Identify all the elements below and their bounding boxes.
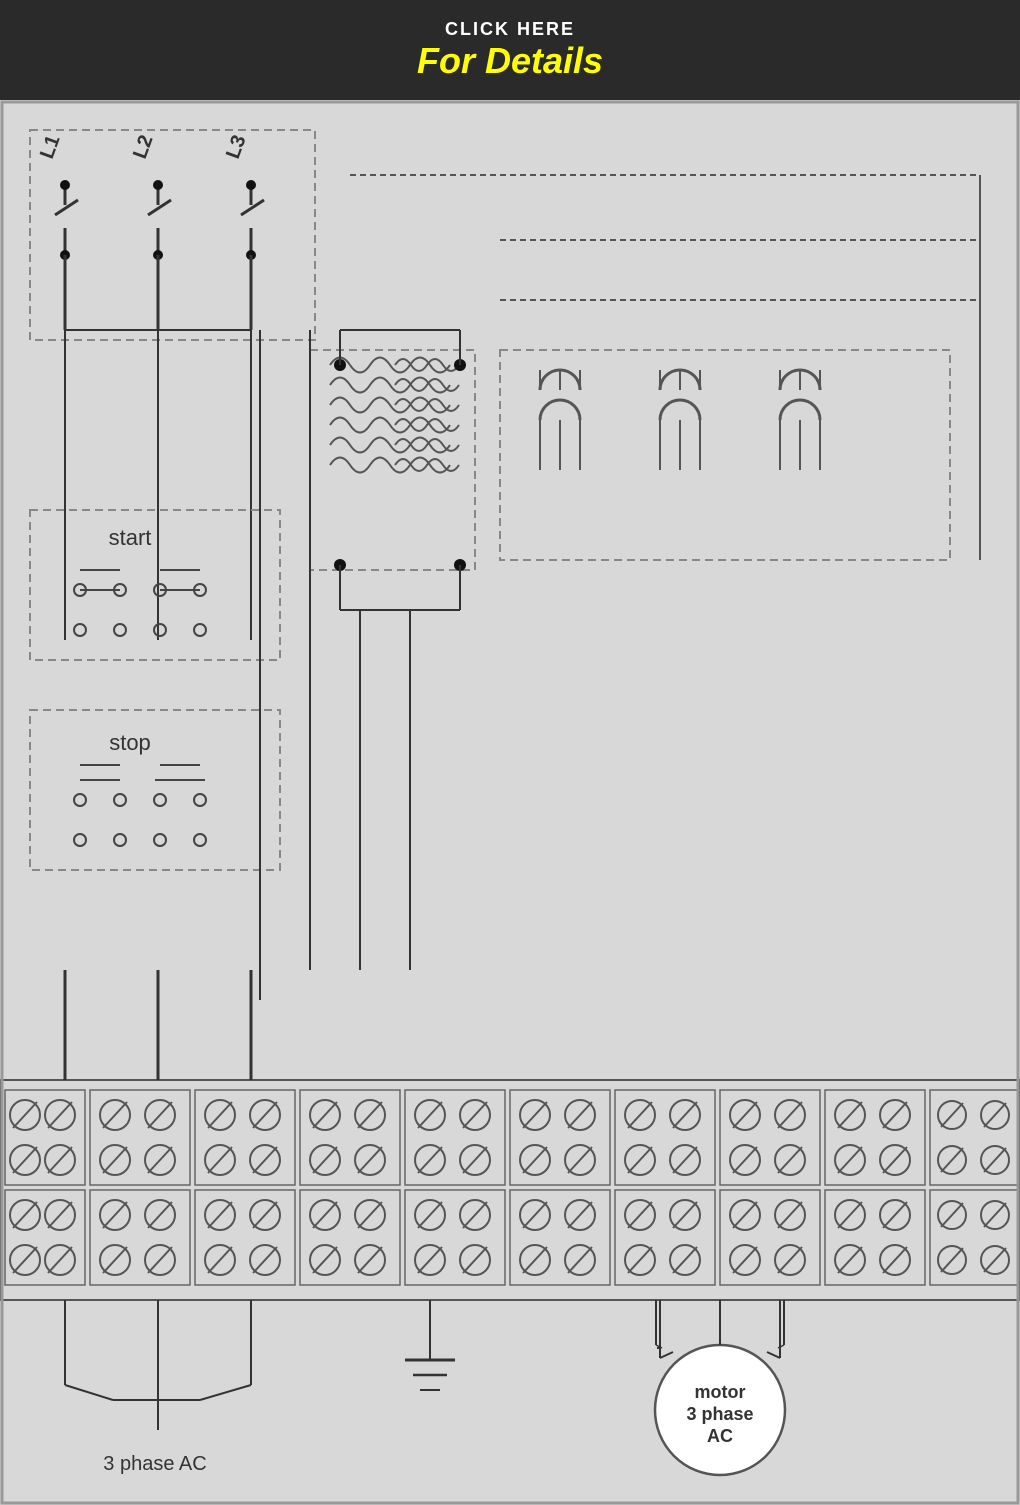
for-details-text: For Details <box>417 40 603 82</box>
motor-text-line3: AC <box>707 1426 733 1446</box>
start-label: start <box>109 525 152 550</box>
three-phase-ac-label: 3 phase AC <box>103 1453 206 1475</box>
header-banner[interactable]: CLICK HERE For Details <box>0 0 1020 100</box>
stop-label: stop <box>109 730 151 755</box>
click-here-text: CLICK HERE <box>445 19 575 40</box>
diagram-area: L1 L2 L3 <box>0 100 1020 1505</box>
motor-text-line2: 3 phase <box>686 1404 753 1424</box>
motor-text-line1: motor <box>695 1382 746 1402</box>
